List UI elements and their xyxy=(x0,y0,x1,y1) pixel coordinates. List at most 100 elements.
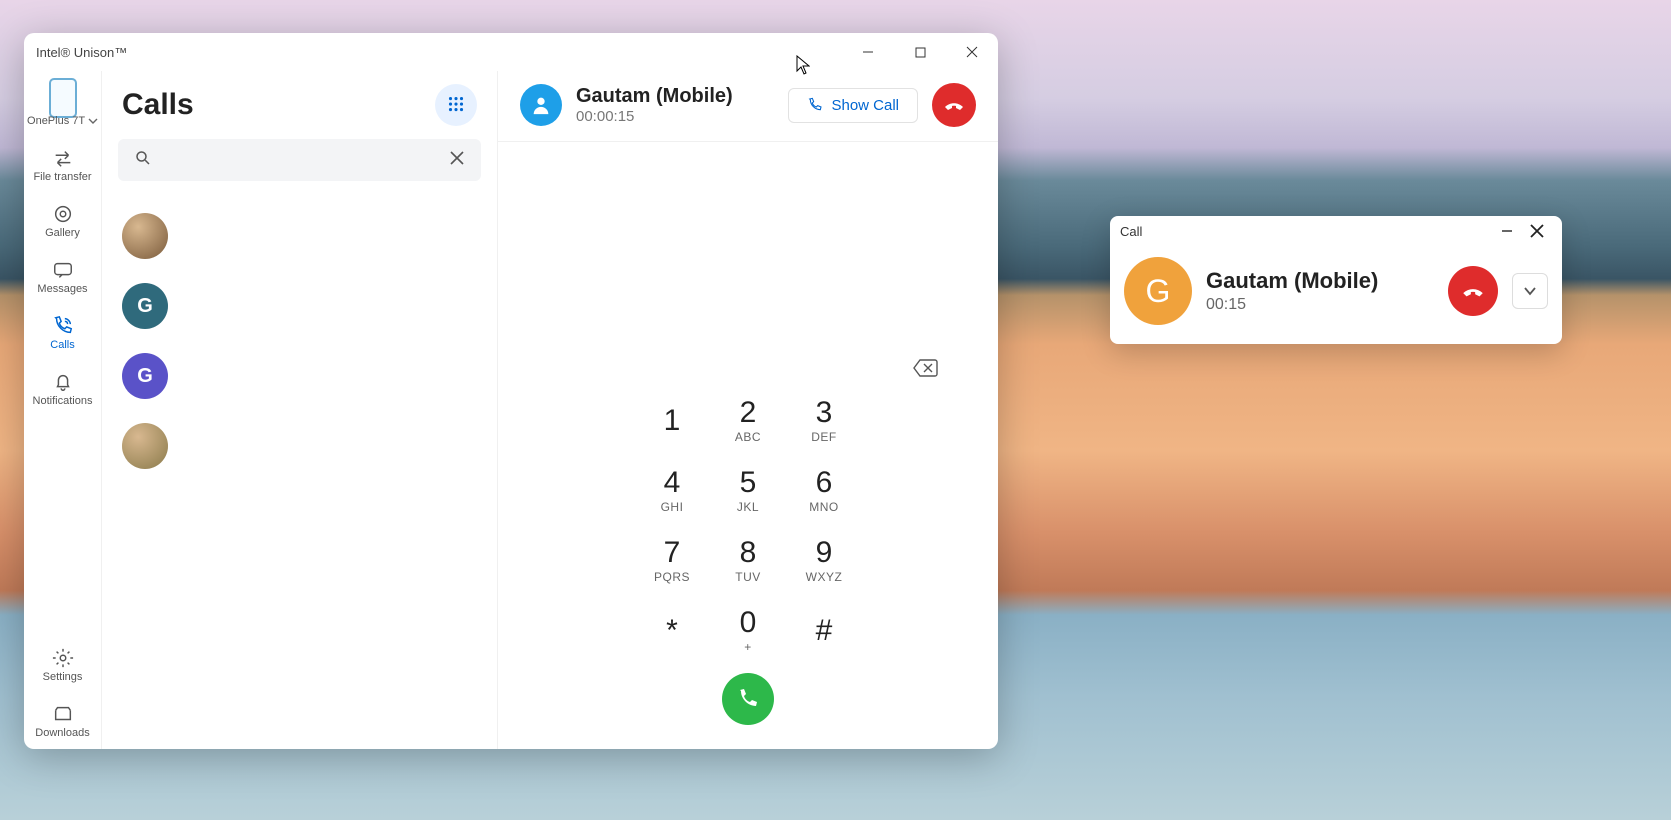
keypad-key-1[interactable]: 1 xyxy=(637,389,707,453)
close-icon xyxy=(1530,224,1544,238)
phone-icon xyxy=(736,687,760,711)
sidebar-item-label: Settings xyxy=(43,671,83,683)
backspace-button[interactable] xyxy=(912,358,938,383)
search-icon xyxy=(130,145,156,176)
sidebar-item-gallery[interactable]: Gallery xyxy=(24,193,101,249)
toast-hangup-button[interactable] xyxy=(1448,266,1498,316)
key-digit: 4 xyxy=(664,468,681,498)
keypad-key-6[interactable]: 6MNO xyxy=(789,459,859,523)
transfer-icon xyxy=(52,147,74,169)
keypad-key-8[interactable]: 8 TUV xyxy=(713,529,783,593)
chevron-down-icon xyxy=(88,116,98,126)
key-letters: DEF xyxy=(811,430,837,444)
toast-minimize-button[interactable] xyxy=(1492,216,1522,246)
toast-duration: 00:15 xyxy=(1206,296,1434,314)
sidebar-item-label: Notifications xyxy=(33,395,93,407)
key-letters: ABC xyxy=(735,430,761,444)
clear-search-button[interactable] xyxy=(445,146,469,175)
sidebar-item-label: Calls xyxy=(50,339,74,351)
hangup-button[interactable] xyxy=(932,83,976,127)
sidebar-item-notifications[interactable]: Notifications xyxy=(24,361,101,417)
search-input[interactable] xyxy=(156,152,445,169)
sidebar-item-label: Messages xyxy=(37,283,87,295)
contact-item[interactable]: G xyxy=(118,271,481,341)
call-avatar xyxy=(520,84,562,126)
key-letters: GHI xyxy=(661,500,684,514)
sidebar-item-calls[interactable]: Calls xyxy=(24,305,101,361)
key-digit: # xyxy=(816,616,833,646)
gear-icon xyxy=(52,647,74,669)
sidebar: OnePlus 7T File transfer Gallery Message… xyxy=(24,71,102,749)
toast-close-button[interactable] xyxy=(1522,216,1552,246)
active-call-bar: Gautam (Mobile) 00:00:15 Show Call xyxy=(498,71,998,142)
close-icon xyxy=(966,46,978,58)
sidebar-item-label: File transfer xyxy=(33,171,91,183)
page-title: Calls xyxy=(122,88,435,122)
keypad-key-3[interactable]: 3 DEF xyxy=(789,389,859,453)
sidebar-item-downloads[interactable]: Downloads xyxy=(24,693,101,749)
dialer: 1 2 ABC 3 DEF 4 GHI 5JKL6MNO 7 PQRS 8 TUV 9 WXYZ *0+ # xyxy=(498,142,998,749)
keypad-key-9[interactable]: 9 WXYZ xyxy=(789,529,859,593)
toast-avatar: G xyxy=(1124,257,1192,325)
show-call-button[interactable]: Show Call xyxy=(788,88,918,123)
maximize-icon xyxy=(915,47,926,58)
call-name: Gautam (Mobile) xyxy=(576,85,774,108)
key-letters: + xyxy=(744,640,752,654)
avatar xyxy=(122,213,168,259)
phone-icon xyxy=(49,78,77,118)
backspace-icon xyxy=(912,358,938,378)
sidebar-device[interactable]: OnePlus 7T xyxy=(24,77,101,137)
hangup-icon xyxy=(1460,278,1486,304)
contact-item[interactable] xyxy=(118,201,481,271)
dial-button[interactable] xyxy=(722,673,774,725)
avatar: G xyxy=(122,353,168,399)
bell-icon xyxy=(52,371,74,393)
call-duration: 00:00:15 xyxy=(576,108,774,125)
sidebar-item-settings[interactable]: Settings xyxy=(24,637,101,693)
key-digit: 7 xyxy=(664,538,681,568)
phone-icon xyxy=(807,97,823,113)
messages-icon xyxy=(52,259,74,281)
avatar: G xyxy=(122,283,168,329)
minimize-button[interactable] xyxy=(842,33,894,71)
search-box xyxy=(118,139,481,181)
key-letters: MNO xyxy=(809,500,839,514)
maximize-button[interactable] xyxy=(894,33,946,71)
sidebar-item-file-transfer[interactable]: File transfer xyxy=(24,137,101,193)
key-letters: TUV xyxy=(735,570,761,584)
key-digit: 8 xyxy=(740,538,757,568)
keypad-key-5[interactable]: 5JKL xyxy=(713,459,783,523)
app-title: Intel® Unison™ xyxy=(36,45,127,60)
toast-expand-button[interactable] xyxy=(1512,273,1548,309)
keypad-key-4[interactable]: 4 GHI xyxy=(637,459,707,523)
key-digit: 3 xyxy=(816,398,833,428)
chevron-down-icon xyxy=(1522,283,1538,299)
app-window: Intel® Unison™ OnePlus 7T File transfer xyxy=(24,33,998,749)
close-button[interactable] xyxy=(946,33,998,71)
list-panel: Calls xyxy=(102,71,498,749)
toast-name: Gautam (Mobile) xyxy=(1206,268,1434,294)
key-digit: 5 xyxy=(740,468,757,498)
clear-icon xyxy=(449,150,465,166)
minimize-icon xyxy=(1501,225,1513,237)
sidebar-item-messages[interactable]: Messages xyxy=(24,249,101,305)
keypad-key-*[interactable]: * xyxy=(637,599,707,663)
keypad-key-7[interactable]: 7 PQRS xyxy=(637,529,707,593)
contact-item[interactable] xyxy=(118,411,481,481)
key-digit: 2 xyxy=(740,398,757,428)
keypad-key-0[interactable]: 0+ xyxy=(713,599,783,663)
keypad-key-2[interactable]: 2 ABC xyxy=(713,389,783,453)
hangup-icon xyxy=(942,93,966,117)
call-toast: Call G Gautam (Mobile) 00:15 xyxy=(1110,216,1562,344)
keypad-key-#[interactable]: # xyxy=(789,599,859,663)
sidebar-item-label: Downloads xyxy=(35,727,89,739)
show-call-label: Show Call xyxy=(831,97,899,114)
key-letters: PQRS xyxy=(654,570,690,584)
dialpad-button[interactable] xyxy=(435,84,477,126)
contact-item[interactable]: G xyxy=(118,341,481,411)
avatar xyxy=(122,423,168,469)
contacts-list: GG xyxy=(102,195,497,749)
key-letters: WXYZ xyxy=(806,570,843,584)
key-digit: 9 xyxy=(816,538,833,568)
toast-title: Call xyxy=(1120,224,1142,239)
